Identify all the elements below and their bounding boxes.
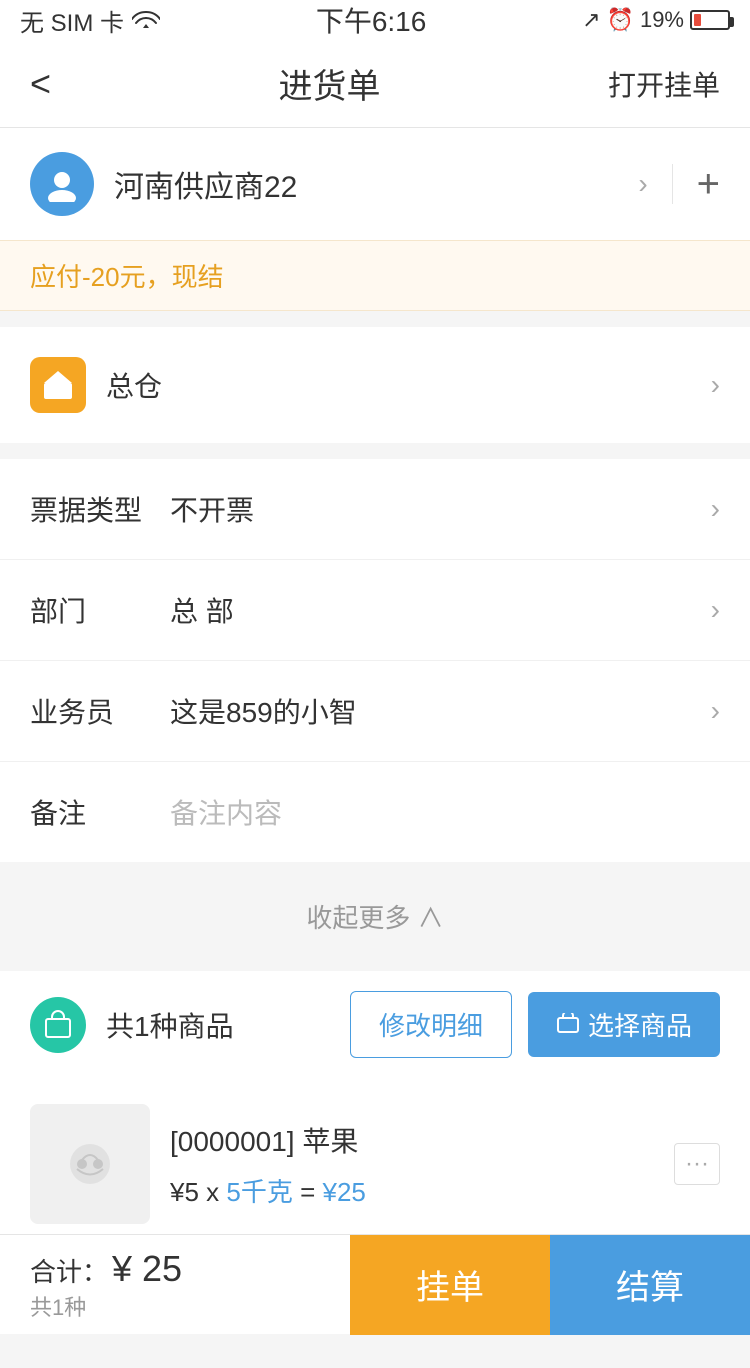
salesperson-label: 业务员 (30, 691, 170, 731)
supplier-divider (672, 164, 673, 204)
product-name: [0000001] 苹果 (170, 1120, 654, 1160)
salesperson-chevron-icon: › (711, 695, 720, 727)
nav-bar: < 进货单 打开挂单 (0, 40, 750, 128)
form-section: 票据类型 不开票 › 部门 总 部 › 业务员 这是859的小智 › 备注 备注… (0, 459, 750, 862)
salesperson-row[interactable]: 业务员 这是859的小智 › (0, 661, 750, 762)
product-item: [0000001] 苹果 ¥5 x 5千克 = ¥25 ··· (0, 1080, 750, 1248)
open-hang-button[interactable]: 打开挂单 (608, 64, 720, 104)
total-amount: ¥ 25 (112, 1248, 182, 1290)
total-count: 共1种 (30, 1290, 320, 1322)
product-section: 共1种商品 修改明细 选择商品 [0000001] 苹果 (0, 971, 750, 1248)
invoice-type-chevron-icon: › (711, 493, 720, 525)
quantity-value: 5千克 (226, 1177, 292, 1207)
warehouse-row[interactable]: 总仓 › (0, 327, 750, 443)
collapse-button[interactable]: 收起更多 ∧ (0, 878, 750, 955)
warehouse-icon (30, 357, 86, 413)
battery-percent: 19% (640, 7, 684, 33)
battery-icon (690, 10, 730, 30)
product-more-button[interactable]: ··· (674, 1143, 720, 1185)
product-header: 共1种商品 修改明细 选择商品 (0, 971, 750, 1078)
warehouse-section: 总仓 › (0, 327, 750, 443)
hang-button[interactable]: 挂单 (350, 1235, 550, 1335)
status-time: 下午6:16 (316, 0, 427, 40)
remark-label: 备注 (30, 792, 170, 832)
alarm-icon: ⏰ (607, 7, 634, 33)
add-supplier-button[interactable]: + (697, 162, 720, 207)
supplier-name: 河南供应商22 (114, 162, 638, 206)
remark-input[interactable]: 备注内容 (170, 792, 720, 832)
department-row[interactable]: 部门 总 部 › (0, 560, 750, 661)
status-left: 无 SIM 卡 (20, 3, 160, 38)
product-count: 共1种商品 (106, 1005, 350, 1045)
product-icon (30, 997, 86, 1053)
carrier-label: 无 SIM 卡 (20, 3, 124, 38)
product-info: [0000001] 苹果 ¥5 x 5千克 = ¥25 (170, 1120, 654, 1209)
modify-detail-button[interactable]: 修改明细 (350, 991, 512, 1058)
product-title: 苹果 (302, 1126, 358, 1157)
invoice-type-value: 不开票 (170, 489, 711, 529)
collapse-label: 收起更多 ∧ (306, 898, 443, 935)
price-value: ¥5 (170, 1177, 199, 1207)
department-label: 部门 (30, 590, 170, 630)
invoice-type-row[interactable]: 票据类型 不开票 › (0, 459, 750, 560)
warehouse-chevron-icon: › (711, 369, 720, 401)
status-right: ↗ ⏰ 19% (582, 7, 730, 33)
total-label: 合计： (30, 1252, 108, 1289)
total-section: 合计： ¥ 25 共1种 (0, 1248, 350, 1322)
equals-sign: = (300, 1177, 315, 1207)
product-thumbnail (30, 1104, 150, 1224)
salesperson-value: 这是859的小智 (170, 691, 711, 731)
wifi-icon (132, 6, 160, 35)
status-bar: 无 SIM 卡 下午6:16 ↗ ⏰ 19% (0, 0, 750, 40)
supplier-avatar (30, 152, 94, 216)
department-chevron-icon: › (711, 594, 720, 626)
total-value: ¥25 (323, 1177, 366, 1207)
select-product-label: 选择商品 (588, 1006, 692, 1043)
department-value: 总 部 (170, 590, 711, 630)
supplier-row[interactable]: 河南供应商22 › + (0, 128, 750, 240)
product-price: ¥5 x 5千克 = ¥25 (170, 1172, 654, 1209)
select-product-button[interactable]: 选择商品 (528, 992, 720, 1057)
product-code: [0000001] (170, 1126, 295, 1157)
location-icon: ↗ (582, 7, 600, 33)
warehouse-name: 总仓 (106, 365, 711, 405)
supplier-chevron-icon: › (638, 168, 647, 200)
remark-row[interactable]: 备注 备注内容 (0, 762, 750, 862)
supplier-section: 河南供应商22 › + 应付-20元，现结 (0, 128, 750, 311)
back-button[interactable]: < (30, 63, 51, 105)
bottom-bar: 合计： ¥ 25 共1种 挂单 结算 (0, 1234, 750, 1334)
warning-banner: 应付-20元，现结 (0, 240, 750, 311)
invoice-type-label: 票据类型 (30, 489, 170, 529)
page-title: 进货单 (279, 59, 381, 108)
checkout-button[interactable]: 结算 (550, 1235, 750, 1335)
multiply-sign: x (206, 1177, 219, 1207)
